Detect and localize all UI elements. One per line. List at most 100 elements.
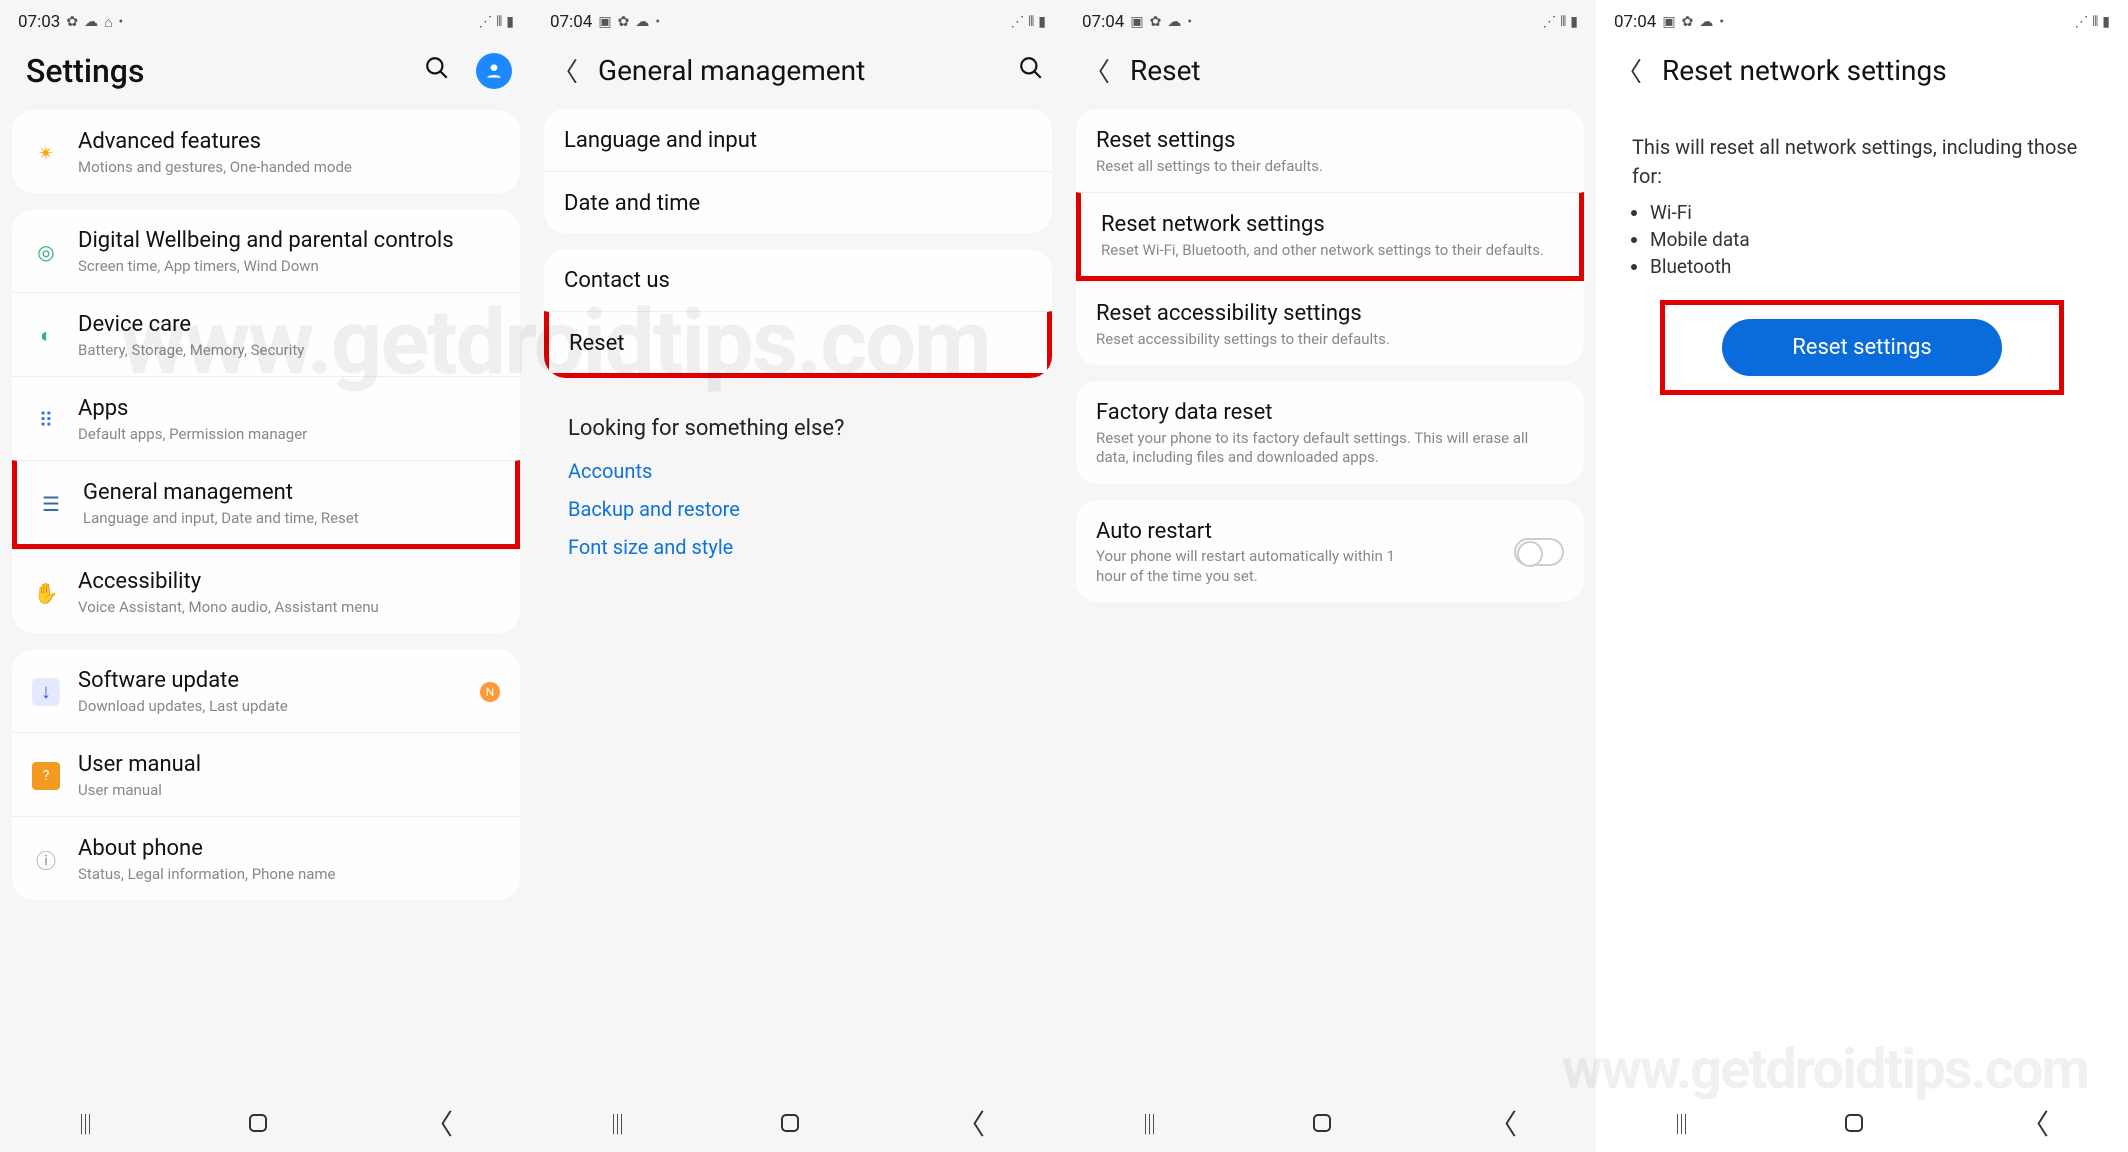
settings-item-advanced[interactable]: ✴ Advanced features Motions and gestures… — [12, 110, 520, 193]
settings-item-devicecare[interactable]: ◐ Device care Battery, Storage, Memory, … — [12, 292, 520, 376]
suggest-heading: Looking for something else? — [568, 416, 1028, 441]
settings-item-accessibility[interactable]: ✋ Accessibility Voice Assistant, Mono au… — [12, 549, 520, 633]
screen-settings: 07:03 ✿ ☁ ⌂ • ⋰ ⫴ ▮ Settings ✴ Advanced … — [0, 0, 532, 1152]
apps-icon: ⠿ — [32, 406, 60, 434]
item-sub: Language and input, Date and time, Reset — [83, 509, 495, 529]
nav-home[interactable] — [1313, 1114, 1331, 1132]
header: 〈 Reset network settings — [1596, 36, 2128, 109]
image-icon: ▣ — [1662, 14, 1675, 30]
signal-icon: ⫴ — [1028, 14, 1034, 30]
search-icon[interactable] — [1018, 55, 1044, 87]
item-title: Apps — [78, 395, 500, 423]
bullet-list: Wi-Fi Mobile data Bluetooth — [1596, 199, 2128, 292]
wifi-icon: ⋰ — [2074, 14, 2088, 30]
screen-reset-network: 07:04 ▣ ✿ ☁ • ⋰ ⫴ ▮ 〈 Reset network sett… — [1596, 0, 2128, 1152]
nav-bar: ||| 〈 — [1064, 1094, 1596, 1152]
battery-icon: ▮ — [2102, 14, 2110, 30]
avatar[interactable] — [476, 53, 512, 89]
item-title: User manual — [78, 751, 500, 779]
nav-recents[interactable]: ||| — [1675, 1109, 1687, 1137]
more-icon: • — [1719, 14, 1724, 30]
settings-item-software-update[interactable]: ↓ Software update Download updates, Last… — [12, 649, 520, 732]
item-reset[interactable]: Reset — [544, 311, 1052, 379]
nav-back[interactable]: 〈 — [425, 1103, 453, 1143]
item-reset-settings[interactable]: Reset settings Reset all settings to the… — [1076, 109, 1584, 192]
cloud-icon: ☁ — [1167, 14, 1181, 30]
general-icon: ☰ — [37, 490, 65, 518]
item-language[interactable]: Language and input — [544, 109, 1052, 171]
status-time: 07:04 — [1614, 12, 1656, 32]
screen-general-management: 07:04 ▣ ✿ ☁ • ⋰ ⫴ ▮ 〈 General management… — [532, 0, 1064, 1152]
suggest-link-backup[interactable]: Backup and restore — [568, 497, 1028, 521]
item-sub: Reset your phone to its factory default … — [1096, 429, 1564, 468]
cloud-icon: ☁ — [635, 14, 649, 30]
item-title: Digital Wellbeing and parental controls — [78, 227, 500, 255]
nav-recents[interactable]: ||| — [1143, 1109, 1155, 1137]
status-time: 07:04 — [1082, 12, 1124, 32]
group: Reset settings Reset all settings to the… — [1076, 109, 1584, 365]
back-button[interactable]: 〈 — [1616, 52, 1650, 89]
item-title: Reset accessibility settings — [1096, 300, 1564, 328]
toggle-auto-restart[interactable] — [1514, 538, 1564, 566]
image-icon: ▣ — [598, 14, 611, 30]
search-icon[interactable] — [424, 55, 450, 87]
image-icon: ▣ — [1130, 14, 1143, 30]
suggest-link-accounts[interactable]: Accounts — [568, 459, 1028, 483]
accessibility-icon: ✋ — [32, 579, 60, 607]
item-sub: Reset Wi-Fi, Bluetooth, and other networ… — [1101, 241, 1559, 261]
nav-home[interactable] — [781, 1114, 799, 1132]
nav-bar: ||| 〈 — [1596, 1094, 2128, 1152]
item-contact-us[interactable]: Contact us — [544, 249, 1052, 311]
item-title: About phone — [78, 835, 500, 863]
item-reset-network[interactable]: Reset network settings Reset Wi-Fi, Blue… — [1076, 192, 1584, 281]
item-sub: Download updates, Last update — [78, 697, 462, 717]
gear-icon: ✿ — [1150, 14, 1162, 30]
status-time: 07:03 — [18, 12, 60, 32]
battery-icon: ▮ — [1570, 14, 1578, 30]
item-title: Reset settings — [1096, 127, 1564, 155]
settings-item-general-management[interactable]: ☰ General management Language and input,… — [12, 460, 520, 549]
settings-group: ✴ Advanced features Motions and gestures… — [12, 110, 520, 193]
status-bar: 07:03 ✿ ☁ ⌂ • ⋰ ⫴ ▮ — [0, 0, 532, 36]
nav-recents[interactable]: ||| — [611, 1109, 623, 1137]
settings-item-user-manual[interactable]: ? User manual User manual — [12, 732, 520, 816]
settings-item-apps[interactable]: ⠿ Apps Default apps, Permission manager — [12, 376, 520, 460]
item-title: Date and time — [564, 190, 700, 218]
item-title: Factory data reset — [1096, 399, 1564, 427]
item-sub: Status, Legal information, Phone name — [78, 865, 500, 885]
back-button[interactable]: 〈 — [1084, 52, 1118, 89]
header: 〈 General management — [532, 36, 1064, 109]
settings-group: ◎ Digital Wellbeing and parental control… — [12, 209, 520, 633]
page-title: General management — [598, 54, 1006, 87]
item-sub: Default apps, Permission manager — [78, 425, 500, 445]
item-title: General management — [83, 479, 495, 507]
header: Settings — [0, 36, 532, 110]
bullet-bluetooth: Bluetooth — [1650, 255, 2092, 278]
status-bar: 07:04 ▣ ✿ ☁ • ⋰ ⫴ ▮ — [1596, 0, 2128, 36]
nav-home[interactable] — [249, 1114, 267, 1132]
settings-item-about-phone[interactable]: ⓘ About phone Status, Legal information,… — [12, 816, 520, 900]
status-bar: 07:04 ▣ ✿ ☁ • ⋰ ⫴ ▮ — [1064, 0, 1596, 36]
nav-recents[interactable]: ||| — [79, 1109, 91, 1137]
gear-icon: ✿ — [66, 14, 78, 30]
item-sub: Reset accessibility settings to their de… — [1096, 330, 1564, 350]
page-title: Settings — [20, 52, 412, 90]
item-sub: User manual — [78, 781, 500, 801]
nav-back[interactable]: 〈 — [2021, 1103, 2049, 1143]
suggest-link-font[interactable]: Font size and style — [568, 535, 1028, 559]
nav-home[interactable] — [1845, 1114, 1863, 1132]
more-icon: • — [1187, 14, 1192, 30]
nav-back[interactable]: 〈 — [957, 1103, 985, 1143]
item-reset-accessibility[interactable]: Reset accessibility settings Reset acces… — [1076, 281, 1584, 365]
item-title: Device care — [78, 311, 500, 339]
suggestions: Looking for something else? Accounts Bac… — [544, 394, 1052, 599]
item-date-time[interactable]: Date and time — [544, 171, 1052, 234]
item-factory-reset[interactable]: Factory data reset Reset your phone to i… — [1076, 381, 1584, 484]
nav-back[interactable]: 〈 — [1489, 1103, 1517, 1143]
bullet-mobile-data: Mobile data — [1650, 228, 2092, 251]
settings-item-wellbeing[interactable]: ◎ Digital Wellbeing and parental control… — [12, 209, 520, 292]
item-auto-restart[interactable]: Auto restart Your phone will restart aut… — [1076, 500, 1584, 603]
back-button[interactable]: 〈 — [552, 52, 586, 89]
reset-settings-button[interactable]: Reset settings — [1722, 319, 2002, 376]
list: Reset settings Reset all settings to the… — [1064, 109, 1596, 614]
